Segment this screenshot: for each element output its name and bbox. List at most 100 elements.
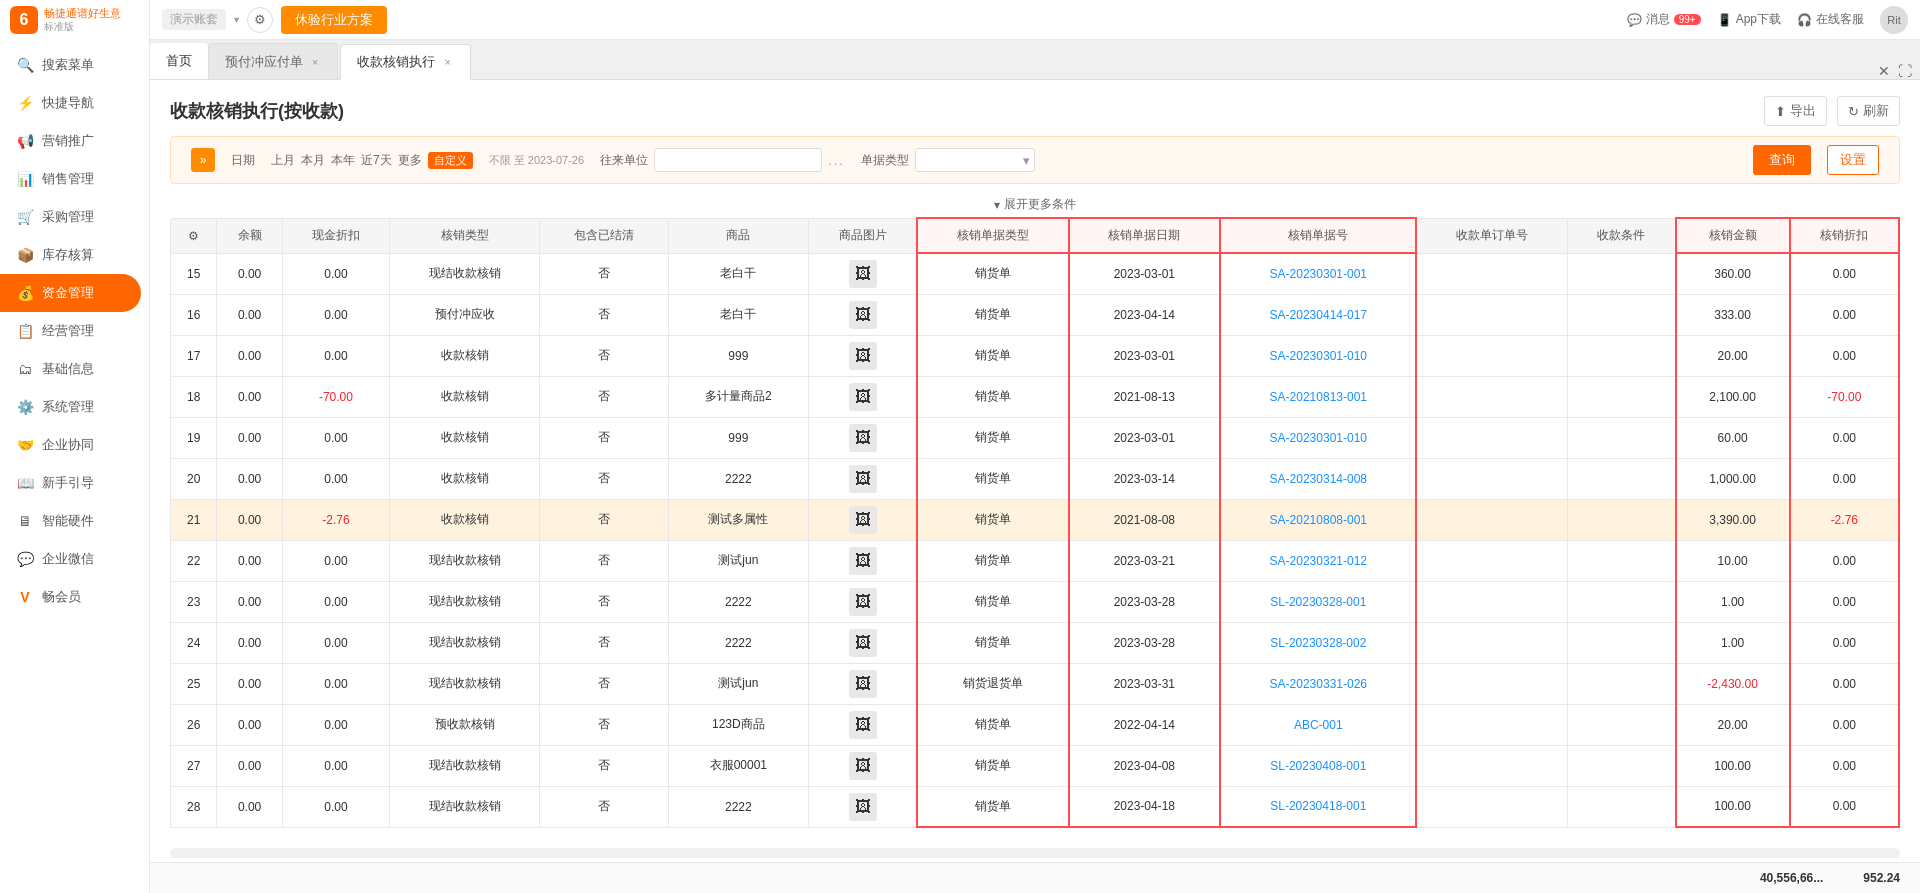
cell-bill-no[interactable]: SL-20230328-001 <box>1220 581 1416 622</box>
date-prev-month[interactable]: 上月 <box>271 152 295 169</box>
export-button[interactable]: ⬆ 导出 <box>1764 96 1827 126</box>
table-container: ⚙ 余额 现金折扣 核销类型 包含已结清 商品 商品图片 核销单据类型 核销单据… <box>150 217 1920 844</box>
cell-goods: 测试多属性 <box>668 499 808 540</box>
cell-bill-no[interactable]: SA-20230314-008 <box>1220 458 1416 499</box>
cell-bill-no[interactable]: SL-20230418-001 <box>1220 786 1416 827</box>
cell-bill-date: 2023-03-28 <box>1069 622 1221 663</box>
sidebar-item-hardware[interactable]: 🖥 智能硬件 <box>0 502 149 540</box>
bill-no-link[interactable]: SA-20210808-001 <box>1270 513 1367 527</box>
bill-no-link[interactable]: SA-20230314-008 <box>1270 472 1367 486</box>
table-footer: 40,556,66... 952.24 <box>150 862 1920 893</box>
sidebar-item-finance[interactable]: 💰 资金管理 <box>0 274 141 312</box>
cell-bill-no[interactable]: SA-20210813-001 <box>1220 376 1416 417</box>
cell-bill-no[interactable]: SA-20230321-012 <box>1220 540 1416 581</box>
tab-home[interactable]: 首页 <box>150 43 208 79</box>
cell-balance: 0.00 <box>217 499 282 540</box>
horizontal-scrollbar[interactable] <box>170 848 1900 858</box>
bill-no-link[interactable]: SL-20230328-002 <box>1270 636 1366 650</box>
cell-id: 19 <box>171 417 217 458</box>
bill-no-link[interactable]: SL-20230408-001 <box>1270 759 1366 773</box>
logo-area: 6 畅捷通谱好生意 标准版 <box>0 0 150 40</box>
filter-expand-button[interactable]: » <box>191 148 215 172</box>
bill-type-select[interactable]: 销货单 销货退货单 <box>915 148 1035 172</box>
cell-bill-date: 2023-03-01 <box>1069 417 1221 458</box>
dropdown-arrow-icon[interactable]: ▾ <box>234 14 239 25</box>
bill-no-link[interactable]: SA-20230301-001 <box>1270 267 1367 281</box>
bill-no-link[interactable]: SA-20210813-001 <box>1270 390 1367 404</box>
sidebar-item-marketing[interactable]: 📢 营销推广 <box>0 122 149 160</box>
cell-bill-no[interactable]: SA-20230414-017 <box>1220 294 1416 335</box>
cell-bill-date: 2023-03-14 <box>1069 458 1221 499</box>
close-tab-icon[interactable]: ✕ <box>1878 63 1890 79</box>
user-area[interactable]: Rit <box>1880 6 1908 34</box>
refresh-button[interactable]: ↻ 刷新 <box>1837 96 1900 126</box>
sidebar-item-basic[interactable]: 🗂 基础信息 <box>0 350 149 388</box>
sidebar-item-system[interactable]: ⚙️ 系统管理 <box>0 388 149 426</box>
bill-no-link[interactable]: SL-20230418-001 <box>1270 799 1366 813</box>
cell-condition <box>1567 622 1675 663</box>
counterpart-input[interactable] <box>654 148 822 172</box>
query-button[interactable]: 查询 <box>1753 145 1811 175</box>
cell-bill-no[interactable]: SA-20230301-010 <box>1220 335 1416 376</box>
cell-bill-no[interactable]: SA-20230301-001 <box>1220 253 1416 294</box>
settings-button[interactable]: 设置 <box>1827 145 1879 175</box>
tab-close-writeoff[interactable]: × <box>441 55 453 69</box>
tab-prepay[interactable]: 预付冲应付单 × <box>208 43 338 79</box>
col-header-bill-no: 核销单据号 <box>1220 218 1416 253</box>
bill-no-link[interactable]: SA-20230301-010 <box>1270 431 1367 445</box>
date-this-month[interactable]: 本月 <box>301 152 325 169</box>
col-header-settings[interactable]: ⚙ <box>171 218 217 253</box>
cell-discount: 0.00 <box>1790 581 1899 622</box>
bill-no-link[interactable]: SA-20230301-010 <box>1270 349 1367 363</box>
cell-bill-type: 销货单 <box>917 458 1069 499</box>
industry-btn[interactable]: 休验行业方案 <box>281 6 387 34</box>
app-download-btn[interactable]: 📱 App下载 <box>1717 11 1781 28</box>
sidebar-item-member[interactable]: V 畅会员 <box>0 578 149 616</box>
money-icon: 💰 <box>16 284 34 302</box>
sidebar-item-nav[interactable]: ⚡ 快捷导航 <box>0 84 149 122</box>
cell-goods: 999 <box>668 417 808 458</box>
tab-writeoff[interactable]: 收款核销执行 × <box>340 44 470 80</box>
sidebar-item-inventory[interactable]: 📦 库存核算 <box>0 236 149 274</box>
sidebar-item-operations[interactable]: 📋 经营管理 <box>0 312 149 350</box>
sidebar-item-search[interactable]: 🔍 搜索菜单 <box>0 46 149 84</box>
cell-bill-no[interactable]: ABC-001 <box>1220 704 1416 745</box>
wechat-icon: 💬 <box>16 550 34 568</box>
sidebar-item-sales[interactable]: 📊 销售管理 <box>0 160 149 198</box>
tab-close-prepay[interactable]: × <box>309 55 321 69</box>
date-more[interactable]: 更多 <box>398 152 422 169</box>
cell-type: 现结收款核销 <box>390 253 540 294</box>
cell-bill-no[interactable]: SL-20230328-002 <box>1220 622 1416 663</box>
sidebar-item-wechat[interactable]: 💬 企业微信 <box>0 540 149 578</box>
sidebar-item-purchase[interactable]: 🛒 采购管理 <box>0 198 149 236</box>
bill-no-link[interactable]: SA-20230321-012 <box>1270 554 1367 568</box>
bill-no-link[interactable]: SA-20230331-026 <box>1270 677 1367 691</box>
company-name[interactable]: 演示账套 <box>162 9 226 30</box>
avatar: Rit <box>1880 6 1908 34</box>
date-custom-btn[interactable]: 自定义 <box>428 152 473 169</box>
cell-bill-no[interactable]: SA-20230301-010 <box>1220 417 1416 458</box>
bill-no-link[interactable]: ABC-001 <box>1294 718 1343 732</box>
expand-more-btn[interactable]: ▾ 展开更多条件 <box>150 192 1920 217</box>
cell-balance: 0.00 <box>217 745 282 786</box>
fullscreen-icon[interactable]: ⛶ <box>1898 63 1912 79</box>
cell-settled: 否 <box>539 581 668 622</box>
table-row: 15 0.00 0.00 现结收款核销 否 老白干 🖼 销货单 2023-03-… <box>171 253 1900 294</box>
date-this-year[interactable]: 本年 <box>331 152 355 169</box>
bill-no-link[interactable]: SL-20230328-001 <box>1270 595 1366 609</box>
gear-button[interactable]: ⚙ <box>247 7 273 33</box>
sidebar-item-collab[interactable]: 🤝 企业协同 <box>0 426 149 464</box>
sidebar-item-guide[interactable]: 📖 新手引导 <box>0 464 149 502</box>
sidebar-item-label: 采购管理 <box>42 208 94 226</box>
cart-icon: 🛒 <box>16 208 34 226</box>
date-7days[interactable]: 近7天 <box>361 152 392 169</box>
cell-order-no <box>1416 622 1567 663</box>
table-row: 26 0.00 0.00 预收款核销 否 123D商品 🖼 销货单 2022-0… <box>171 704 1900 745</box>
cell-bill-no[interactable]: SA-20230331-026 <box>1220 663 1416 704</box>
cell-bill-no[interactable]: SA-20210808-001 <box>1220 499 1416 540</box>
online-service-btn[interactable]: 🎧 在线客服 <box>1797 11 1864 28</box>
cell-bill-no[interactable]: SL-20230408-001 <box>1220 745 1416 786</box>
bill-no-link[interactable]: SA-20230414-017 <box>1270 308 1367 322</box>
message-btn[interactable]: 💬 消息 99+ <box>1627 11 1701 28</box>
cell-amount: 100.00 <box>1676 745 1790 786</box>
